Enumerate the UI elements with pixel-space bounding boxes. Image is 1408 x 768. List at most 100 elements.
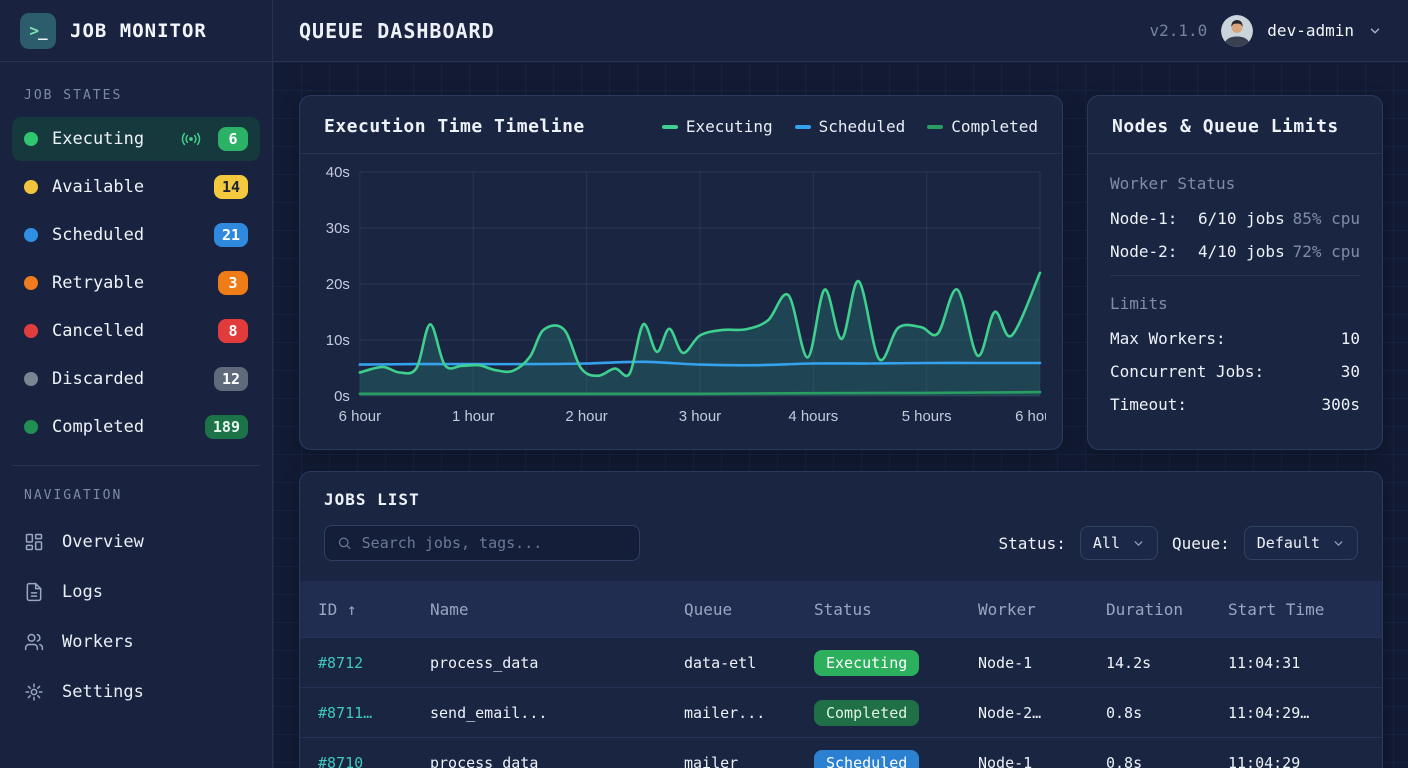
worker-status-heading: Worker Status (1110, 174, 1236, 193)
job-id-link[interactable]: #8710 (318, 754, 430, 768)
overview-grid-icon (25, 533, 43, 551)
sidebar-state-cancelled[interactable]: Cancelled 8 (12, 309, 260, 353)
sidebar-item-logs[interactable]: Logs (12, 567, 260, 617)
column-header-name[interactable]: Name (430, 600, 684, 619)
legend-scheduled[interactable]: Scheduled (794, 117, 906, 136)
queue-filter-value: Default (1256, 534, 1320, 552)
execution-timeline-panel: Execution Time Timeline Executing Schedu… (299, 95, 1065, 450)
sidebar-state-executing[interactable]: Executing 6 (12, 117, 260, 161)
executing-dot (24, 132, 38, 146)
nodes-queue-limits-panel: Nodes & Queue Limits Worker Status Node-… (1087, 95, 1383, 450)
limit-label: Timeout: (1110, 395, 1188, 414)
legend-completed[interactable]: Completed (927, 117, 1038, 136)
legend-label: Scheduled (818, 117, 906, 136)
job-queue: mailer... (684, 703, 766, 722)
state-label: Available (52, 177, 145, 197)
column-header-status[interactable]: Status (814, 600, 978, 619)
state-label: Cancelled (52, 321, 145, 341)
limit-value: 300s (1321, 395, 1360, 414)
discarded-dot (24, 372, 38, 386)
app-title: JOB MONITOR (70, 19, 207, 42)
jobs-table: ID ↑ Name Queue Status Worker Duration S… (300, 581, 1382, 768)
available-dot (24, 180, 38, 194)
jobs-table-header: ID ↑ Name Queue Status Worker Duration S… (300, 581, 1382, 637)
node-jobs: 6/10 jobs (1198, 209, 1285, 228)
svg-text:5 hours: 5 hours (902, 408, 952, 425)
sidebar-state-retryable[interactable]: Retryable 3 (12, 261, 260, 305)
table-row[interactable]: #8711… send_email... mailer... Completed… (300, 687, 1382, 737)
username-label[interactable]: dev-admin (1267, 21, 1354, 40)
job-name: process_data (430, 753, 539, 768)
svg-text:40s: 40s (326, 164, 350, 181)
sidebar-state-scheduled[interactable]: Scheduled 21 (12, 213, 260, 257)
nav-label: Logs (62, 582, 103, 602)
jobs-search[interactable] (324, 525, 640, 561)
job-name: process_data (430, 653, 539, 672)
column-header-start-time[interactable]: Start Time (1228, 600, 1382, 619)
chart-title: Execution Time Timeline (324, 116, 585, 137)
avatar[interactable] (1221, 14, 1254, 47)
navigation-heading: NAVIGATION (24, 488, 123, 503)
state-count-badge: 21 (213, 223, 248, 247)
page-title: QUEUE DASHBOARD (299, 18, 495, 43)
state-count-badge: 14 (213, 175, 248, 199)
status-badge: Executing (814, 649, 920, 676)
table-row[interactable]: #8712 process_data data-etl Executing No… (300, 637, 1382, 687)
job-duration: 0.8s (1106, 753, 1143, 768)
chevron-down-icon (1134, 540, 1143, 546)
sidebar-item-overview[interactable]: Overview (12, 517, 260, 567)
state-label: Retryable (52, 273, 145, 293)
svg-text:20s: 20s (326, 276, 350, 293)
svg-text:1 hour: 1 hour (452, 408, 494, 425)
job-worker: Node-2… (978, 703, 1042, 722)
search-icon (338, 537, 351, 550)
node-status-row: Node-2: 4/10 jobs 72% cpu (1110, 242, 1360, 261)
limits-heading: Limits (1110, 294, 1168, 313)
node-name: Node-2: (1110, 242, 1178, 261)
status-badge: Completed (814, 699, 920, 726)
sidebar-item-settings[interactable]: Settings (12, 667, 260, 717)
sidebar-item-workers[interactable]: Workers (12, 617, 260, 667)
sidebar-state-completed[interactable]: Completed 189 (12, 405, 260, 449)
sidebar-state-discarded[interactable]: Discarded 12 (12, 357, 260, 401)
status-filter-value: All (1092, 534, 1120, 552)
limit-row: Timeout: 300s (1110, 395, 1360, 414)
column-header-worker[interactable]: Worker (978, 600, 1106, 619)
node-status-row: Node-1: 6/10 jobs 85% cpu (1110, 209, 1360, 228)
legend-executing[interactable]: Executing (661, 117, 773, 136)
column-header-queue[interactable]: Queue (684, 600, 814, 619)
svg-text:6 hour: 6 hour (339, 408, 381, 425)
chart-legend: Executing Scheduled Completed (661, 117, 1038, 136)
legend-label: Executing (685, 117, 773, 136)
job-id-link[interactable]: #8711… (318, 704, 430, 722)
queue-filter-select[interactable]: Default (1243, 526, 1358, 560)
job-queue: data-etl (684, 653, 757, 672)
completed-dot (24, 420, 38, 434)
user-menu-chevron-down-icon[interactable] (1368, 24, 1382, 38)
job-id-link[interactable]: #8712 (318, 654, 430, 672)
app-brand: > _ JOB MONITOR (0, 0, 273, 62)
avatar-photo (1221, 14, 1254, 47)
svg-text:10s: 10s (326, 332, 350, 349)
nodes-panel-title: Nodes & Queue Limits (1112, 116, 1339, 137)
sidebar-divider (12, 465, 260, 466)
state-label: Completed (52, 417, 145, 437)
state-count-badge: 12 (213, 367, 248, 391)
job-start-time: 11:04:31 (1228, 653, 1301, 672)
terminal-logo-icon: > _ (20, 12, 56, 49)
sidebar-state-available[interactable]: Available 14 (12, 165, 260, 209)
job-states-heading: JOB STATES (24, 88, 123, 103)
column-header-duration[interactable]: Duration (1106, 600, 1228, 619)
sidebar: JOB STATES Executing 6 Available 14 Sche… (0, 62, 273, 768)
limit-label: Concurrent Jobs: (1110, 362, 1265, 381)
svg-text:3 hour: 3 hour (679, 408, 721, 425)
job-start-time: 11:04:29… (1228, 703, 1310, 722)
limit-row: Concurrent Jobs: 30 (1110, 362, 1360, 381)
status-filter-select[interactable]: All (1079, 526, 1158, 560)
timeline-chart: 0s 10s 20s 30s 40s 6 hour 1 hour 2 hour 3 hour 4 … (300, 154, 1065, 436)
column-header-id[interactable]: ID ↑ (318, 600, 430, 619)
table-row[interactable]: #8710 process_data mailer Scheduled Node… (300, 737, 1382, 768)
scheduled-legend-dash (794, 124, 811, 129)
scheduled-dot (24, 228, 38, 242)
search-input[interactable] (361, 534, 627, 552)
